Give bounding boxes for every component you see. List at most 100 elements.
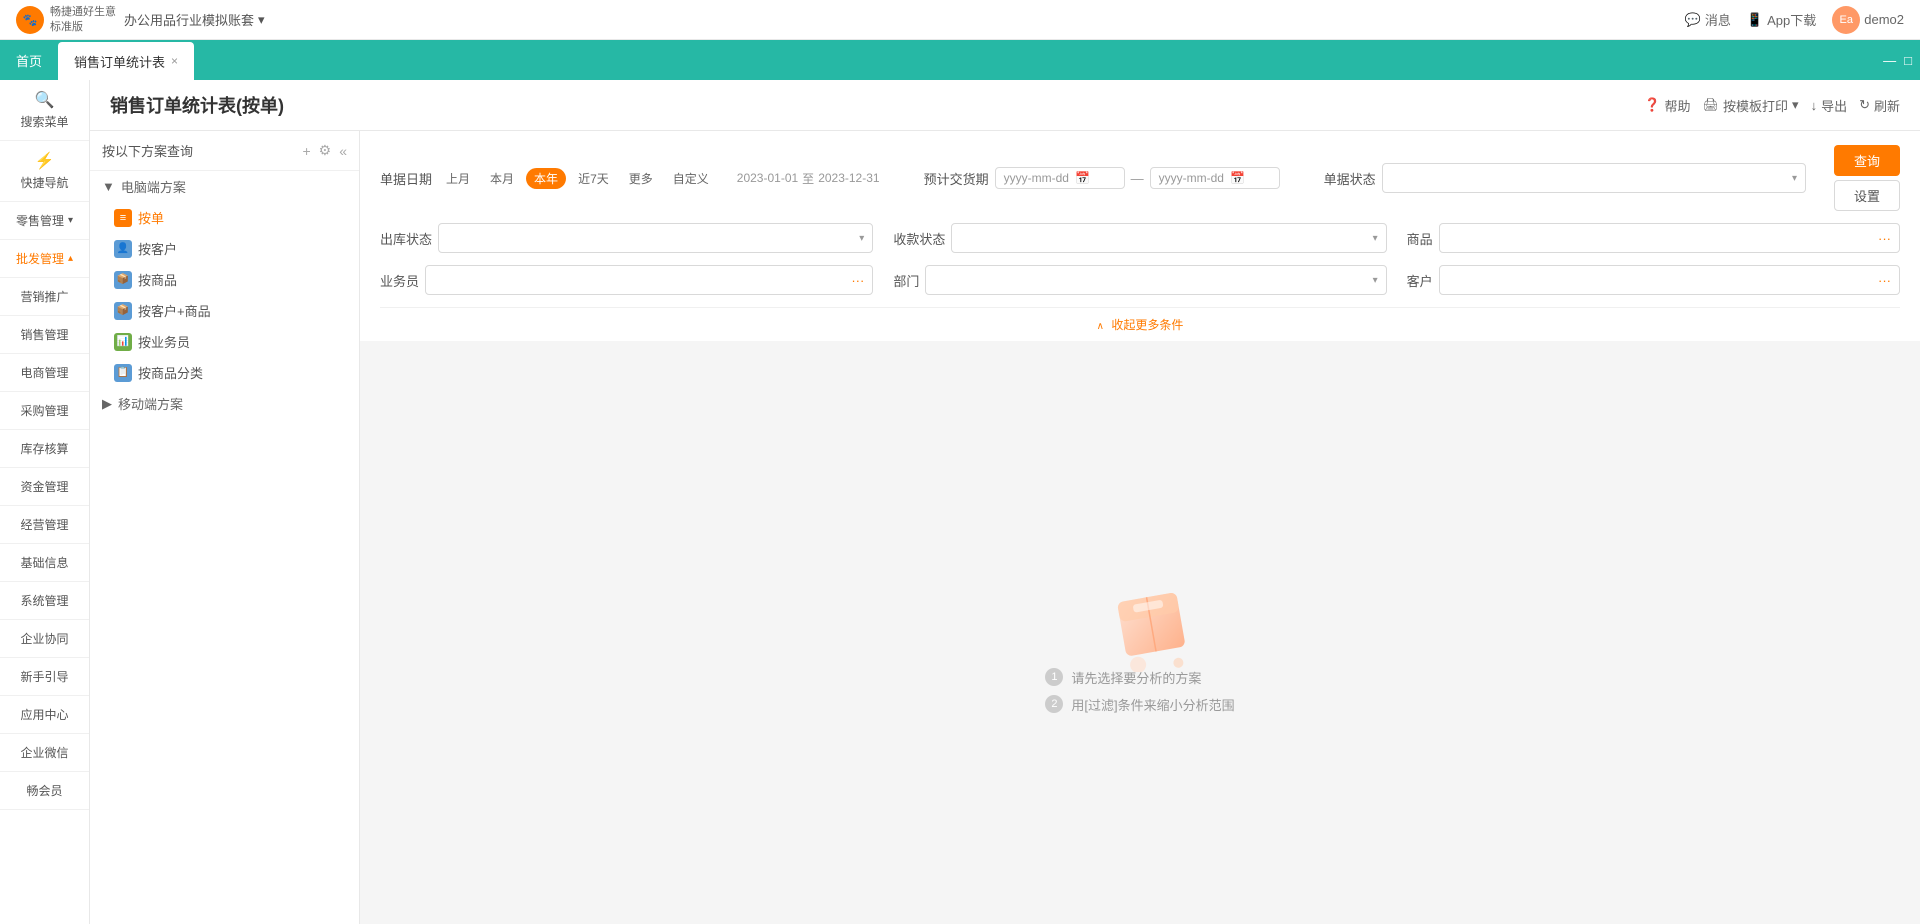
tab-home[interactable]: 首页 (0, 40, 58, 80)
message-button[interactable]: 💬 消息 (1685, 10, 1731, 29)
left-panel-header: 按以下方案查询 + ⚙ « (90, 131, 359, 171)
shortcut-last-7-days[interactable]: 近7天 (570, 168, 617, 189)
shortcut-custom[interactable]: 自定义 (665, 168, 717, 189)
export-button[interactable]: ↓ 导出 (1811, 96, 1848, 115)
salesman-input[interactable]: ··· (425, 265, 873, 295)
shortcut-last-month[interactable]: 上月 (438, 168, 478, 189)
goods-filter: 商品 ··· (1407, 223, 1900, 253)
logo-area: 🐾 畅捷通好生意 标准版 (16, 5, 116, 34)
tab-sales-order[interactable]: 销售订单统计表 × (58, 42, 194, 80)
scheme-order-icon: ≡ (114, 209, 132, 227)
download-icon: 📱 (1747, 12, 1763, 28)
logo-text: 畅捷通好生意 标准版 (50, 5, 116, 34)
query-button[interactable]: 查询 (1834, 145, 1900, 176)
tab-maximize-icon[interactable]: □ (1904, 53, 1912, 68)
chevron-right-icon: ▾ (68, 215, 73, 226)
tip-num-1: 1 (1045, 668, 1063, 686)
content-body: 按以下方案查询 + ⚙ « ▼ 电脑端方案 ≡ 按单 (90, 131, 1920, 924)
shortcut-this-month[interactable]: 本月 (482, 168, 522, 189)
logo-icon: 🐾 (16, 6, 44, 34)
payment-status-select[interactable]: ▾ (951, 223, 1386, 253)
shortcut-more[interactable]: 更多 (621, 168, 661, 189)
tab-close-icon[interactable]: × (171, 54, 178, 68)
sidebar-item-basic[interactable]: 基础信息 (0, 544, 89, 582)
scheme-item-by-goods[interactable]: 📦 按商品 (90, 264, 359, 295)
sidebar-item-wechat[interactable]: 企业微信 (0, 734, 89, 772)
sidebar-item-guide[interactable]: 新手引导 (0, 658, 89, 696)
customer-input[interactable]: ··· (1439, 265, 1900, 295)
calendar-icon-2: 📅 (1230, 171, 1245, 185)
status-select[interactable]: ▾ (1382, 163, 1806, 193)
department-chevron-icon: ▾ (1373, 275, 1378, 286)
collapse-filter-bar[interactable]: ∧ 收起更多条件 (380, 307, 1900, 341)
scheme-group-mobile: ▶ 移动端方案 (90, 388, 359, 419)
empty-tips: 1 请先选择要分析的方案 2 用[过滤]条件来缩小分析范围 (1045, 668, 1234, 714)
print-chevron-icon: ▾ (1792, 97, 1799, 113)
scheme-item-by-order[interactable]: ≡ 按单 (90, 202, 359, 233)
sidebar-item-sales[interactable]: 销售管理 (0, 316, 89, 354)
forecast-date-filter: 预计交货期 yyyy-mm-dd 📅 — yyyy-mm-dd 📅 (924, 167, 1280, 189)
customer-more-icon: ··· (1878, 273, 1891, 288)
edit-scheme-icon[interactable]: ⚙ (319, 142, 332, 159)
top-bar: 🐾 畅捷通好生意 标准版 办公用品行业模拟账套 ▾ 💬 消息 📱 App下载 E… (0, 0, 1920, 40)
setting-button[interactable]: 设置 (1834, 180, 1900, 211)
collapse-panel-icon[interactable]: « (339, 143, 347, 159)
scheme-goods-category-icon: 📋 (114, 364, 132, 382)
sidebar-item-finance[interactable]: 资金管理 (0, 468, 89, 506)
sidebar-item-inventory[interactable]: 库存核算 (0, 430, 89, 468)
sidebar-item-system[interactable]: 系统管理 (0, 582, 89, 620)
add-scheme-icon[interactable]: + (302, 143, 310, 159)
help-icon: ❓ (1644, 97, 1660, 113)
export-icon: ↓ (1811, 98, 1818, 113)
empty-illustration (1090, 552, 1190, 652)
sidebar-item-appstore[interactable]: 应用中心 (0, 696, 89, 734)
refresh-button[interactable]: ↻ 刷新 (1859, 96, 1900, 115)
scheme-group-mobile-title[interactable]: ▶ 移动端方案 (90, 388, 359, 419)
customer-filter: 客户 ··· (1407, 265, 1900, 295)
app-selector[interactable]: 办公用品行业模拟账套 ▾ (124, 10, 265, 29)
sidebar-item-marketing[interactable]: 营销推广 (0, 278, 89, 316)
sidebar: 🔍 搜索菜单 ⚡ 快捷导航 零售管理 ▾ 批发管理 ▴ 营销推广 销售管理 电商… (0, 80, 90, 924)
goods-more-icon: ··· (1878, 231, 1891, 246)
top-bar-right: 💬 消息 📱 App下载 Ea demo2 (1685, 6, 1904, 34)
search-icon: 🔍 (35, 90, 55, 110)
sidebar-item-quicknav[interactable]: ⚡ 快捷导航 (0, 141, 89, 202)
tab-bar-actions: — □ (1883, 53, 1920, 68)
sidebar-item-ecommerce[interactable]: 电商管理 (0, 354, 89, 392)
shortcut-this-year[interactable]: 本年 (526, 168, 566, 189)
sidebar-item-operations[interactable]: 经营管理 (0, 506, 89, 544)
collapse-arrow-icon: ▼ (102, 179, 115, 194)
user-menu[interactable]: Ea demo2 (1832, 6, 1904, 34)
empty-state: 1 请先选择要分析的方案 2 用[过滤]条件来缩小分析范围 (360, 341, 1920, 924)
tip-num-2: 2 (1045, 695, 1063, 713)
scheme-customer-goods-icon: 📦 (114, 302, 132, 320)
page-title: 销售订单统计表(按单) (110, 92, 284, 118)
sidebar-item-retail[interactable]: 零售管理 ▾ (0, 202, 89, 240)
department-select[interactable]: ▾ (925, 265, 1386, 295)
scheme-item-by-salesman[interactable]: 📊 按业务员 (90, 326, 359, 357)
status-filter: 单据状态 ▾ (1324, 163, 1806, 193)
goods-input[interactable]: ··· (1439, 223, 1900, 253)
scheme-goods-icon: 📦 (114, 271, 132, 289)
query-actions: 查询 设置 (1834, 145, 1900, 211)
help-button[interactable]: ❓ 帮助 (1644, 96, 1690, 115)
filter-row-1: 单据日期 上月 本月 本年 近7天 更多 自定义 2023-01-0 (380, 145, 1900, 211)
forecast-date-to[interactable]: yyyy-mm-dd 📅 (1150, 167, 1280, 189)
collapse-icon: ∧ (1097, 321, 1104, 332)
template-print-button[interactable]: 🖨 按模板打印 ▾ (1703, 96, 1799, 115)
sidebar-item-search[interactable]: 🔍 搜索菜单 (0, 80, 89, 141)
delivery-status-select[interactable]: ▾ (438, 223, 873, 253)
sidebar-item-wholesale[interactable]: 批发管理 ▴ (0, 240, 89, 278)
app-download-button[interactable]: 📱 App下载 (1747, 10, 1816, 29)
scheme-item-by-goods-category[interactable]: 📋 按商品分类 (90, 357, 359, 388)
sidebar-item-enterprise[interactable]: 企业协同 (0, 620, 89, 658)
avatar: Ea (1832, 6, 1860, 34)
sidebar-item-purchase[interactable]: 采购管理 (0, 392, 89, 430)
scheme-item-by-customer[interactable]: 👤 按客户 (90, 233, 359, 264)
delivery-chevron-icon: ▾ (859, 233, 864, 244)
forecast-date-from[interactable]: yyyy-mm-dd 📅 (995, 167, 1125, 189)
scheme-item-by-customer-goods[interactable]: 📦 按客户+商品 (90, 295, 359, 326)
scheme-group-desktop-title[interactable]: ▼ 电脑端方案 (90, 171, 359, 202)
sidebar-item-member[interactable]: 畅会员 (0, 772, 89, 810)
tab-minimize-icon[interactable]: — (1883, 53, 1896, 68)
